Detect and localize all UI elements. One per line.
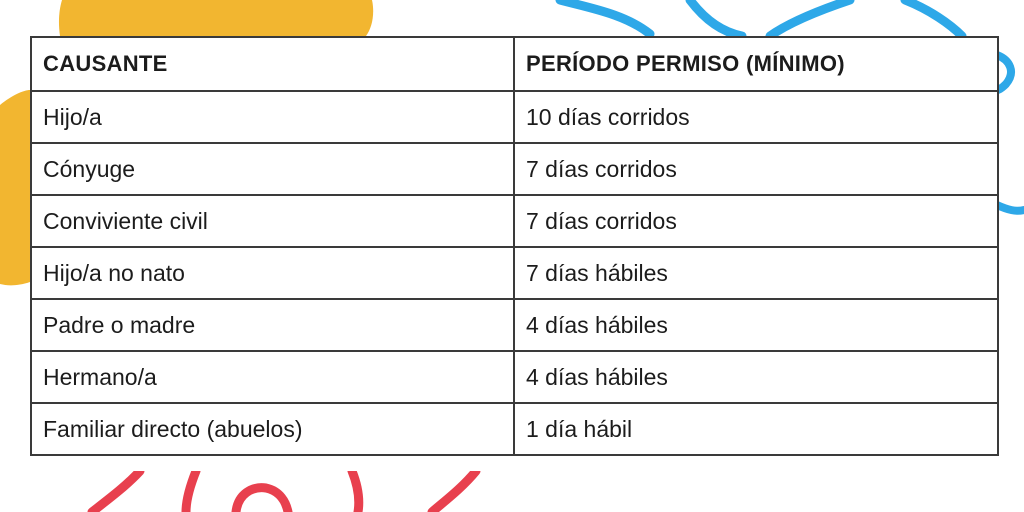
blue-squiggle-right-1: [993, 51, 1015, 94]
cell-periodo: 4 días hábiles: [513, 298, 999, 352]
permission-table: CAUSANTE PERÍODO PERMISO (MÍNIMO) Hijo/a…: [30, 36, 999, 456]
red-squiggle-bottom-2: [181, 466, 201, 512]
blue-squiggle-right-2: [993, 201, 1024, 215]
cell-periodo: 7 días corridos: [513, 142, 999, 196]
cell-causante: Conviviente civil: [30, 194, 515, 248]
cell-causante: Cónyuge: [30, 142, 515, 196]
cell-causante: Hermano/a: [30, 350, 515, 404]
cell-causante: Hijo/a no nato: [30, 246, 515, 300]
table-row: Hijo/a 10 días corridos: [30, 90, 999, 144]
table-row: Familiar directo (abuelos) 1 día hábil: [30, 402, 999, 456]
cell-periodo: 7 días hábiles: [513, 246, 999, 300]
blue-squiggle-top-left: [555, 0, 655, 39]
blue-squiggle-top-mid: [685, 0, 855, 41]
table-header-row: CAUSANTE PERÍODO PERMISO (MÍNIMO): [30, 36, 999, 92]
red-squiggle-bottom-3: [231, 483, 293, 512]
cell-causante: Familiar directo (abuelos): [30, 402, 515, 456]
blue-squiggle-top-right: [900, 0, 967, 41]
table-row: Hijo/a no nato 7 días hábiles: [30, 246, 999, 300]
cell-causante: Padre o madre: [30, 298, 515, 352]
yellow-blob-left: [0, 90, 30, 286]
cell-periodo: 10 días corridos: [513, 90, 999, 144]
permission-table-container: CAUSANTE PERÍODO PERMISO (MÍNIMO) Hijo/a…: [30, 36, 999, 471]
table-row: Conviviente civil 7 días corridos: [30, 194, 999, 248]
red-squiggle-bottom-1: [87, 466, 145, 512]
cell-causante: Hijo/a: [30, 90, 515, 144]
red-squiggle-bottom-5: [427, 466, 481, 512]
red-squiggle-bottom-4: [347, 466, 364, 512]
table-row: Hermano/a 4 días hábiles: [30, 350, 999, 404]
cell-periodo: 7 días corridos: [513, 194, 999, 248]
table-row: Padre o madre 4 días hábiles: [30, 298, 999, 352]
yellow-blob-top: [58, 0, 374, 36]
cell-periodo: 1 día hábil: [513, 402, 999, 456]
table-row: Cónyuge 7 días corridos: [30, 142, 999, 196]
cell-periodo: 4 días hábiles: [513, 350, 999, 404]
header-causante: CAUSANTE: [30, 36, 515, 92]
header-periodo-permiso: PERÍODO PERMISO (MÍNIMO): [513, 36, 999, 92]
